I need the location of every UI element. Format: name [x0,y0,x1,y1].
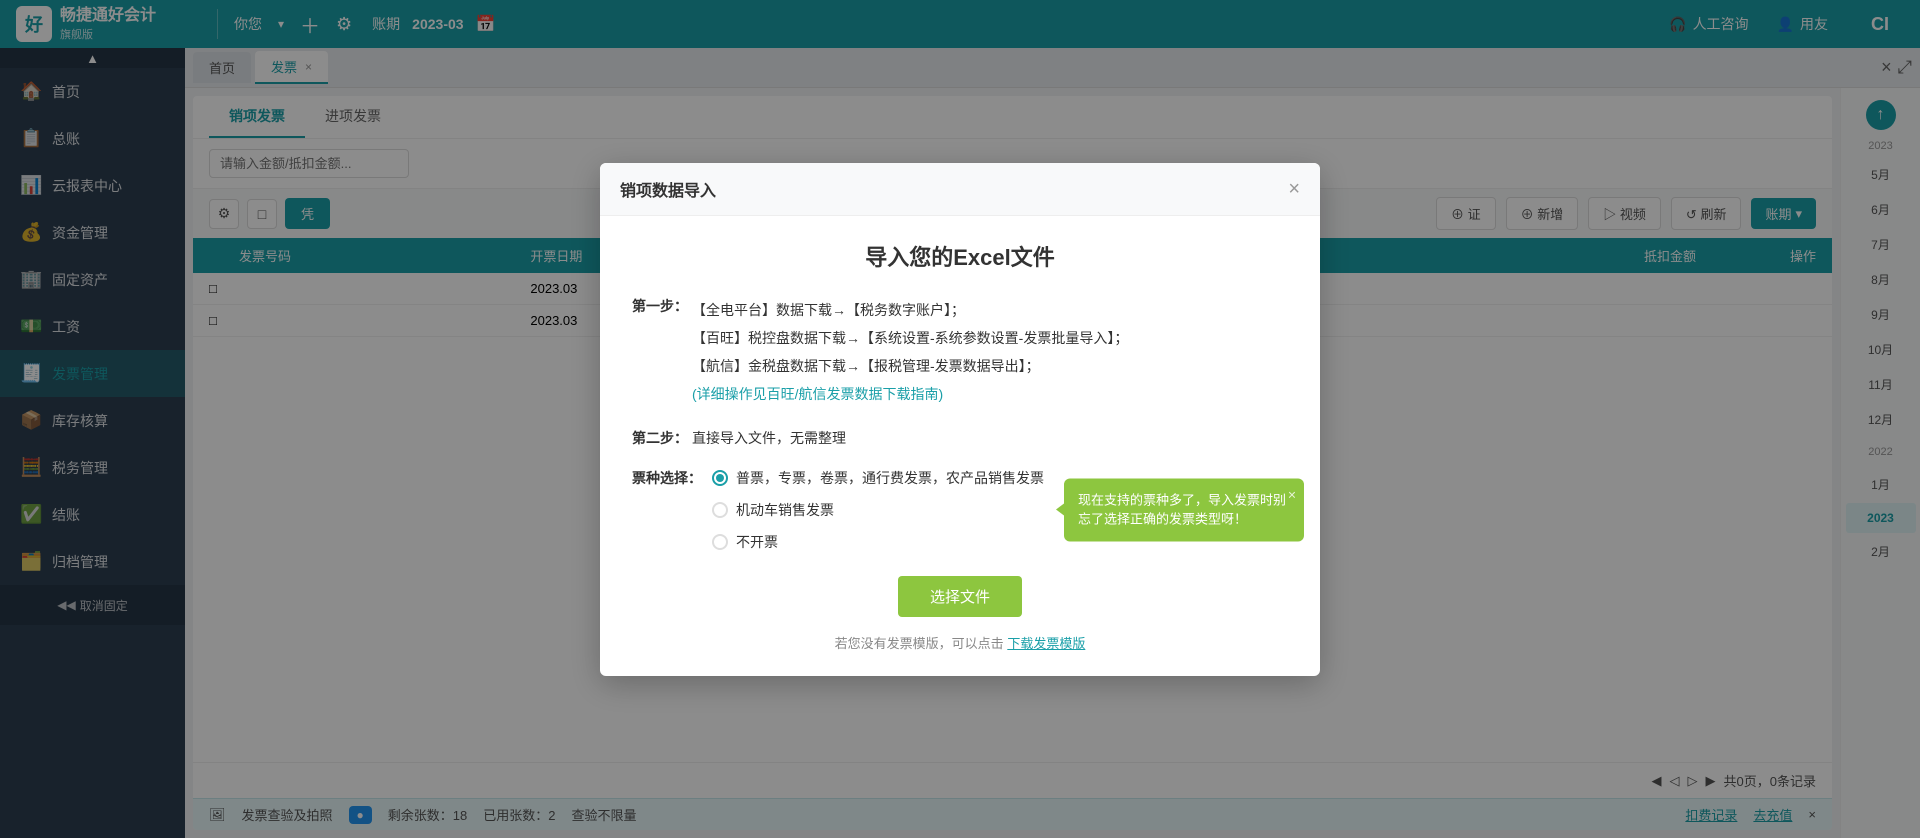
modal-overlay: 销项数据导入 × 导入您的Excel文件 第一步： 【全电平台】数据下载→【税务… [0,0,1920,838]
radio-dot-1 [716,474,724,482]
tooltip-box: × 现在支持的票种多了，导入发票时别忘了选择正确的发票类型呀！ [1064,478,1304,541]
radio-label-1: 普票，专票，卷票，通行费发票，农产品销售发票 [736,468,1044,488]
modal-body: 导入您的Excel文件 第一步： 【全电平台】数据下载→【税务数字账户】； 【百… [600,216,1320,676]
step2-content: 直接导入文件，无需整理 [692,428,846,448]
radio-circle-2 [712,502,728,518]
modal-footer-text: 若您没有发票模版，可以点击 [835,636,1004,651]
step1-line1: 【全电平台】数据下载→【税务数字账户】； [692,296,1128,324]
step2-block: 第二步： 直接导入文件，无需整理 [632,428,1288,448]
download-template-link[interactable]: 下载发票模版 [1007,636,1085,651]
radio-option-2[interactable]: 机动车销售发票 [712,500,1044,520]
step1-label: 第一步： [632,296,692,316]
step2-row: 第二步： 直接导入文件，无需整理 [632,428,1288,448]
tooltip-close-button[interactable]: × [1288,484,1296,505]
step2-label: 第二步： [632,428,692,448]
select-file-button[interactable]: 选择文件 [898,576,1022,617]
step1-block: 第一步： 【全电平台】数据下载→【税务数字账户】； 【百旺】税控盘数据下载→【系… [632,296,1288,408]
radio-group: 普票，专票，卷票，通行费发票，农产品销售发票 机动车销售发票 × 现在支持的票种… [712,468,1044,552]
radio-option-3[interactable]: 不开票 [712,532,1044,552]
radio-circle-1 [712,470,728,486]
radio-option-1[interactable]: 普票，专票，卷票，通行费发票，农产品销售发票 [712,468,1044,488]
step1-line3: 【航信】金税盘数据下载→【报税管理-发票数据导出】； [692,352,1128,380]
step1-content: 【全电平台】数据下载→【税务数字账户】； 【百旺】税控盘数据下载→【系统设置-系… [692,296,1128,408]
modal-header: 销项数据导入 × [600,163,1320,216]
radio-label-3: 不开票 [736,532,778,552]
step1-row: 第一步： 【全电平台】数据下载→【税务数字账户】； 【百旺】税控盘数据下载→【系… [632,296,1288,408]
tooltip-text: 现在支持的票种多了，导入发票时别忘了选择正确的发票类型呀！ [1078,492,1286,527]
radio-section: 票种选择： 普票，专票，卷票，通行费发票，农产品销售发票 机动车销售发票 [632,468,1288,552]
radio-option-2-wrapper: 机动车销售发票 × 现在支持的票种多了，导入发票时别忘了选择正确的发票类型呀！ [712,500,1044,520]
modal-title: 销项数据导入 [620,177,716,201]
radio-label-2: 机动车销售发票 [736,500,834,520]
step1-link[interactable]: (详细操作见百旺/航信发票数据下载指南) [692,380,1128,408]
modal-close-button[interactable]: × [1288,179,1300,199]
radio-circle-3 [712,534,728,550]
import-modal: 销项数据导入 × 导入您的Excel文件 第一步： 【全电平台】数据下载→【税务… [600,163,1320,676]
radio-label: 票种选择： [632,468,712,488]
step1-line2: 【百旺】税控盘数据下载→【系统设置-系统参数设置-发票批量导入】； [692,324,1128,352]
modal-footer: 若您没有发票模版，可以点击 下载发票模版 [632,633,1288,652]
modal-main-title: 导入您的Excel文件 [632,240,1288,272]
